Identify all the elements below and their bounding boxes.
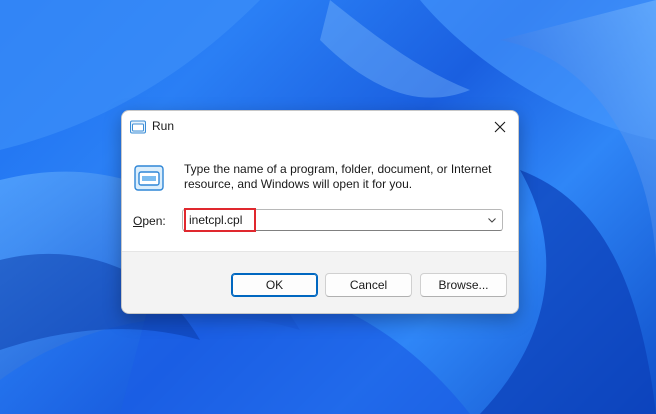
dialog-description: Type the name of a program, folder, docu… [184,162,492,191]
dialog-title: Run [152,119,175,133]
close-icon [494,121,506,133]
open-label: Open: [133,214,166,228]
run-program-icon [134,165,164,191]
open-input[interactable] [189,213,469,227]
chevron-down-icon[interactable] [487,215,497,225]
ok-button[interactable]: OK [231,273,318,297]
run-dialog: Run Type the name of a program, folder, … [121,110,519,314]
run-icon [130,120,146,134]
dialog-content: Type the name of a program, folder, docu… [122,143,518,251]
cancel-button[interactable]: Cancel [325,273,412,297]
close-button[interactable] [486,113,514,141]
dialog-footer: OK Cancel Browse... [122,251,518,313]
open-combobox[interactable] [182,209,503,231]
browse-button[interactable]: Browse... [420,273,507,297]
title-bar: Run [122,111,518,143]
